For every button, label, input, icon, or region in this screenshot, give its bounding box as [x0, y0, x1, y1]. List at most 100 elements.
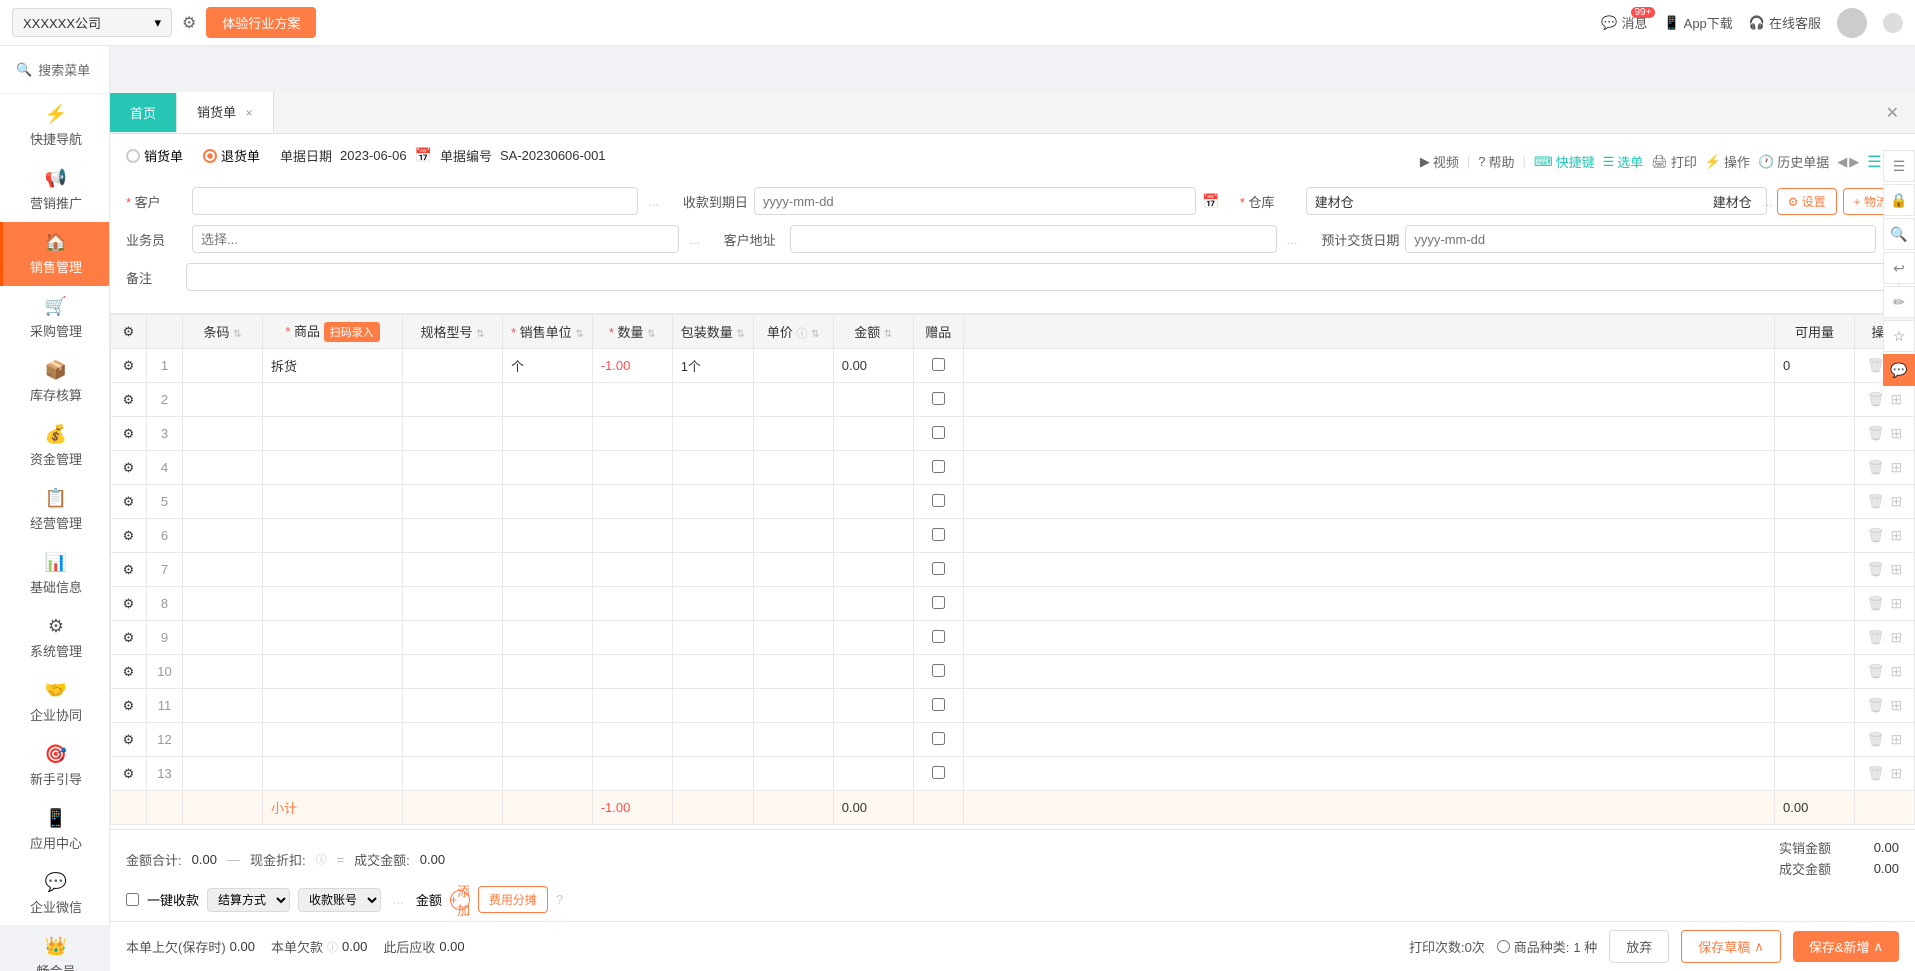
row-spec[interactable] [403, 553, 503, 587]
help-question-icon[interactable]: ? [556, 892, 563, 907]
customer-addr-input[interactable] [790, 225, 1277, 253]
row-price[interactable] [753, 587, 833, 621]
row-product[interactable] [263, 383, 403, 417]
row-gift[interactable] [913, 451, 963, 485]
radio-return-order[interactable]: 退货单 [203, 146, 260, 165]
row-settings[interactable]: ⚙ [111, 383, 147, 417]
float-btn-4[interactable]: ↩ [1883, 252, 1915, 284]
sidebar-item-quick-nav[interactable]: ⚡ 快捷导航 [0, 94, 109, 158]
row-price[interactable] [753, 417, 833, 451]
row-settings[interactable]: ⚙ [111, 349, 147, 383]
float-btn-6[interactable]: ☆ [1883, 320, 1915, 352]
payment-calendar-icon[interactable]: 📅 [1202, 193, 1219, 210]
sidebar-item-finance[interactable]: 💰 资金管理 [0, 414, 109, 478]
row-spec[interactable] [403, 655, 503, 689]
row-price[interactable] [753, 655, 833, 689]
row-pkg[interactable] [672, 723, 753, 757]
row-gift[interactable] [913, 417, 963, 451]
row-spec[interactable] [403, 451, 503, 485]
account-select[interactable]: 收款账号 [298, 888, 381, 912]
row-unit[interactable] [503, 553, 593, 587]
row-pkg[interactable] [672, 451, 753, 485]
delete-row-icon[interactable]: 🗑 [1867, 425, 1885, 442]
row-qty[interactable] [592, 723, 672, 757]
row-barcode[interactable] [183, 655, 263, 689]
row-amount[interactable] [833, 723, 913, 757]
trial-button[interactable]: 体验行业方案 [206, 7, 316, 38]
row-qty[interactable] [592, 485, 672, 519]
pkg-sort-icon[interactable]: ⇅ [736, 329, 744, 340]
row-unit[interactable] [503, 417, 593, 451]
calc-method-select[interactable]: 结算方式 [207, 888, 290, 912]
row-product[interactable] [263, 723, 403, 757]
row-barcode[interactable] [183, 451, 263, 485]
row-barcode[interactable] [183, 349, 263, 383]
company-selector[interactable]: XXXXXX公司 ▾ [12, 8, 172, 37]
row-qty[interactable]: -1.00 [592, 349, 672, 383]
row-qty[interactable] [592, 383, 672, 417]
row-amount[interactable] [833, 757, 913, 791]
row-amount[interactable] [833, 689, 913, 723]
gear-button[interactable]: ⚙ [182, 13, 196, 33]
online-service-item[interactable]: 🎧 在线客服 [1749, 13, 1821, 32]
tab-sales-order[interactable]: 销货单 × [177, 92, 274, 133]
delete-row-icon[interactable]: 🗑 [1867, 629, 1885, 646]
row-price[interactable] [753, 519, 833, 553]
row-pkg[interactable] [672, 621, 753, 655]
row-settings[interactable]: ⚙ [111, 485, 147, 519]
prev-arrow[interactable]: ◀ [1837, 154, 1847, 170]
copy-row-icon[interactable]: ⊞ [1891, 561, 1903, 578]
row-unit[interactable] [503, 757, 593, 791]
row-amount[interactable] [833, 621, 913, 655]
float-btn-2[interactable]: 🔒 [1883, 184, 1915, 216]
row-product[interactable] [263, 417, 403, 451]
row-spec[interactable] [403, 417, 503, 451]
price-info-icon[interactable]: ⓘ [797, 328, 808, 340]
row-unit[interactable] [503, 723, 593, 757]
operate-btn[interactable]: ⚡ 操作 [1705, 152, 1750, 171]
row-settings[interactable]: ⚙ [111, 519, 147, 553]
row-unit[interactable] [503, 451, 593, 485]
row-unit[interactable] [503, 485, 593, 519]
sidebar-item-basic[interactable]: 📊 基础信息 [0, 542, 109, 606]
row-amount[interactable] [833, 587, 913, 621]
row-pkg[interactable] [672, 655, 753, 689]
copy-row-icon[interactable]: ⊞ [1891, 629, 1903, 646]
avatar[interactable] [1837, 8, 1867, 38]
warehouse-dots[interactable]: ... [1758, 194, 1777, 209]
row-pkg[interactable] [672, 519, 753, 553]
save-new-button[interactable]: 保存&新增 ∧ [1793, 931, 1899, 962]
close-window-icon[interactable]: ✕ [1886, 103, 1899, 123]
sidebar-item-purchase[interactable]: 🛒 采购管理 [0, 286, 109, 350]
row-spec[interactable] [403, 723, 503, 757]
row-price[interactable] [753, 621, 833, 655]
row-gift[interactable] [913, 723, 963, 757]
row-gift[interactable] [913, 757, 963, 791]
row-price[interactable] [753, 349, 833, 383]
row-pkg[interactable] [672, 383, 753, 417]
warehouse-input[interactable] [1306, 187, 1767, 215]
balance-due-info-icon[interactable]: ⓘ [327, 939, 338, 955]
row-product[interactable]: 拆货 [263, 349, 403, 383]
delete-row-icon[interactable]: 🗑 [1867, 459, 1885, 476]
customer-addr-dots[interactable]: ... [1283, 232, 1302, 247]
float-btn-3[interactable]: 🔍 [1883, 218, 1915, 250]
copy-row-icon[interactable]: ⊞ [1891, 731, 1903, 748]
date-calendar-icon[interactable]: 📅 [415, 147, 432, 164]
abandon-button[interactable]: 放弃 [1609, 930, 1669, 963]
spec-sort-icon[interactable]: ⇅ [476, 329, 484, 340]
row-qty[interactable] [592, 519, 672, 553]
help-btn[interactable]: ? 帮助 [1478, 152, 1514, 171]
history-btn[interactable]: 🕐 历史单据 [1758, 152, 1829, 171]
row-spec[interactable] [403, 587, 503, 621]
row-barcode[interactable] [183, 383, 263, 417]
row-amount[interactable]: 0.00 [833, 349, 913, 383]
row-product[interactable] [263, 451, 403, 485]
row-pkg[interactable] [672, 757, 753, 791]
barcode-sort-icon[interactable]: ⇅ [233, 329, 241, 340]
row-product[interactable] [263, 621, 403, 655]
row-barcode[interactable] [183, 621, 263, 655]
row-amount[interactable] [833, 451, 913, 485]
row-settings[interactable]: ⚙ [111, 553, 147, 587]
row-barcode[interactable] [183, 757, 263, 791]
